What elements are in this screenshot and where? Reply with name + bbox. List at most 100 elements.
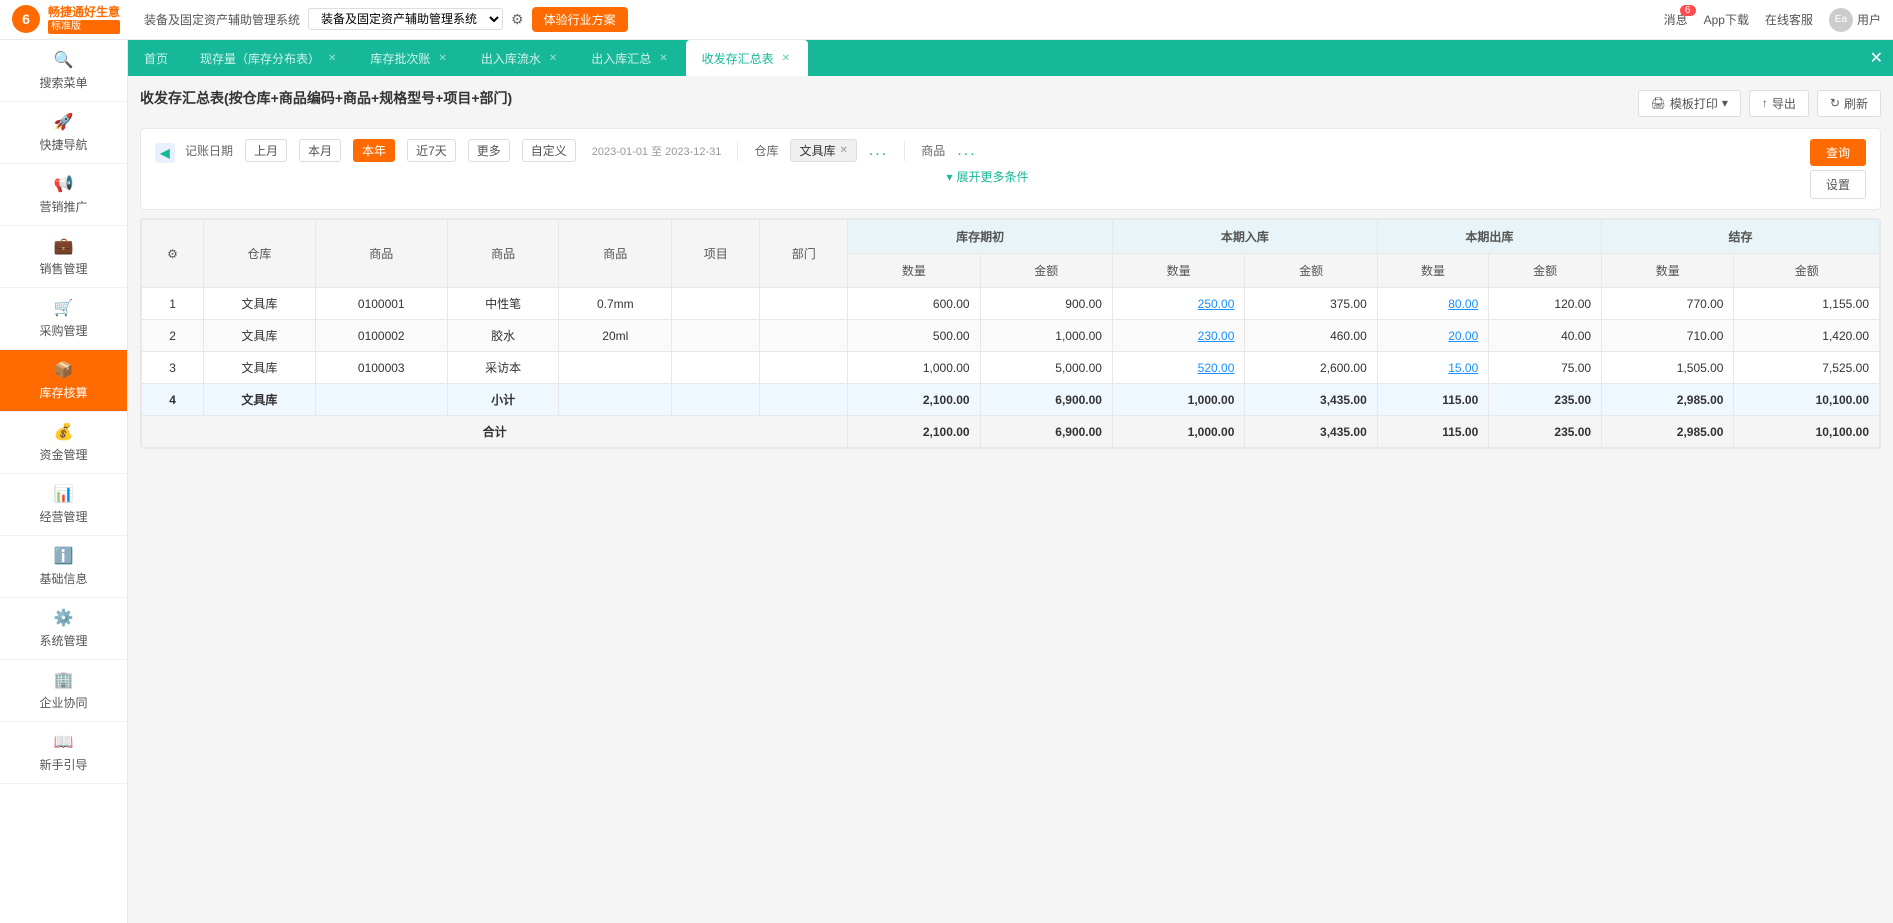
sidebar-item-label: 资金管理 xyxy=(39,446,87,463)
cell-code: 0100003 xyxy=(315,352,447,384)
sidebar-item-label: 营销推广 xyxy=(39,198,87,215)
warehouse-dots[interactable]: ... xyxy=(869,142,888,160)
sidebar-item-system[interactable]: ⚙️ 系统管理 xyxy=(0,598,127,660)
col-bal-qty: 数量 xyxy=(1602,254,1734,288)
sidebar-item-marketing[interactable]: 📢 营销推广 xyxy=(0,164,127,226)
user-area[interactable]: Ea 用户 xyxy=(1829,8,1881,32)
collapse-btn[interactable]: ◀ xyxy=(155,143,175,163)
system-selector[interactable]: 装备及固定资产辅助管理系统 xyxy=(308,8,503,30)
export-btn[interactable]: ↑ 导出 xyxy=(1749,90,1809,117)
cell-bal-amt: 1,420.00 xyxy=(1734,320,1880,352)
top-bar-right: 消息 6 App下载 在线客服 Ea 用户 xyxy=(1664,8,1881,32)
cell-no: 2 xyxy=(142,320,204,352)
sidebar-item-purchase[interactable]: 🛒 采购管理 xyxy=(0,288,127,350)
content-area: 首页 现存量（库存分布表） ✕ 库存批次账 ✕ 出入库流水 ✕ 出入库汇总 ✕ … xyxy=(128,40,1893,923)
col-settings[interactable]: ⚙ xyxy=(142,220,204,288)
col-open-qty: 数量 xyxy=(848,254,980,288)
tab-home-label: 首页 xyxy=(144,50,168,67)
sidebar-item-finance[interactable]: 💰 资金管理 xyxy=(0,412,127,474)
sidebar-item-search[interactable]: 🔍 搜索菜单 xyxy=(0,40,127,102)
message-icon[interactable]: 消息 6 xyxy=(1664,11,1688,28)
sidebar-item-basics[interactable]: ℹ️ 基础信息 xyxy=(0,536,127,598)
in-qty-link[interactable]: 230.00 xyxy=(1198,329,1235,343)
in-qty-link[interactable]: 520.00 xyxy=(1198,361,1235,375)
cell-open-qty: 600.00 xyxy=(848,288,980,320)
page-content: 收发存汇总表(按仓库+商品编码+商品+规格型号+项目+部门) 🖨 模板打印 ▾ … xyxy=(128,76,1893,923)
tab-label: 库存批次账 xyxy=(370,50,430,67)
out-qty-link[interactable]: 80.00 xyxy=(1448,297,1478,311)
out-qty-link[interactable]: 15.00 xyxy=(1448,361,1478,375)
warehouse-tag-label: 文具库 xyxy=(799,142,835,159)
filter-last-month[interactable]: 上月 xyxy=(245,139,287,162)
col-department: 部门 xyxy=(760,220,848,288)
set-btn[interactable]: 设置 xyxy=(1810,170,1866,199)
col-out-amt: 金额 xyxy=(1489,254,1602,288)
product-dots[interactable]: ... xyxy=(957,142,976,160)
tab-close-btn[interactable]: ✕ xyxy=(780,53,792,64)
trial-button[interactable]: 体验行业方案 xyxy=(532,7,628,32)
enterprise-icon: 🏢 xyxy=(54,670,74,690)
sidebar-item-label: 系统管理 xyxy=(39,632,87,649)
sidebar-item-sales[interactable]: 💼 销售管理 xyxy=(0,226,127,288)
cell-open-qty: 500.00 xyxy=(848,320,980,352)
gear-icon: ⚙ xyxy=(167,247,178,261)
cell-in-qty: 250.00 xyxy=(1112,288,1244,320)
cell-in-amt: 2,600.00 xyxy=(1245,352,1377,384)
footer-row: 合计 2,100.00 6,900.00 1,000.00 3,435.00 1… xyxy=(142,416,1880,448)
tab-summary[interactable]: 出入库汇总 ✕ xyxy=(575,40,685,76)
query-btn[interactable]: 查询 xyxy=(1810,139,1866,166)
cell-spec: 20ml xyxy=(559,320,672,352)
tab-batch[interactable]: 库存批次账 ✕ xyxy=(354,40,464,76)
warehouse-tag: 文具库 ✕ xyxy=(790,139,856,162)
top-bar-left: 6 畅捷通好生意 标准版 装备及固定资产辅助管理系统 装备及固定资产辅助管理系统… xyxy=(12,5,628,33)
warehouse-label: 仓库 xyxy=(754,142,778,159)
tab-close-btn[interactable]: ✕ xyxy=(657,53,669,64)
template-print-btn[interactable]: 🖨 模板打印 ▾ xyxy=(1638,90,1741,117)
tab-close-btn[interactable]: ✕ xyxy=(436,53,448,64)
cell-bal-amt: 10,100.00 xyxy=(1734,384,1880,416)
filter-custom[interactable]: 自定义 xyxy=(522,139,576,162)
filter-7days[interactable]: 近7天 xyxy=(407,139,456,162)
refresh-btn[interactable]: ↻ 刷新 xyxy=(1817,90,1881,117)
cell-bal-amt: 1,155.00 xyxy=(1734,288,1880,320)
page-header: 收发存汇总表(按仓库+商品编码+商品+规格型号+项目+部门) 🖨 模板打印 ▾ … xyxy=(140,88,1881,118)
tab-flow[interactable]: 出入库流水 ✕ xyxy=(465,40,575,76)
filter-this-year[interactable]: 本年 xyxy=(353,139,395,162)
filter-this-month[interactable]: 本月 xyxy=(299,139,341,162)
cell-spec xyxy=(559,352,672,384)
tab-close-btn[interactable]: ✕ xyxy=(326,53,338,64)
cell-in-amt: 460.00 xyxy=(1245,320,1377,352)
sidebar-item-guide[interactable]: 📖 新手引导 xyxy=(0,722,127,784)
online-support[interactable]: 在线客服 xyxy=(1765,11,1813,28)
sidebar-item-inventory[interactable]: 📦 库存核算 xyxy=(0,350,127,412)
col-name: 商品 xyxy=(447,220,558,288)
cell-open-qty: 1,000.00 xyxy=(848,352,980,384)
col-spec: 商品 xyxy=(559,220,672,288)
expand-label: 展开更多条件 xyxy=(957,168,1029,185)
cell-out-amt: 75.00 xyxy=(1489,352,1602,384)
settings-icon-btn[interactable]: ⚙ xyxy=(511,11,524,28)
cell-in-amt: 375.00 xyxy=(1245,288,1377,320)
table-row: 4 文具库 小计 2,100.00 6,900.00 1,000.00 3,43… xyxy=(142,384,1880,416)
app-download[interactable]: App下载 xyxy=(1704,11,1749,28)
tab-collect-summary[interactable]: 收发存汇总表 ✕ xyxy=(686,40,808,76)
inventory-icon: 📦 xyxy=(54,360,74,380)
col-group-balance: 结存 xyxy=(1602,220,1880,254)
sidebar-item-quicknav[interactable]: 🚀 快捷导航 xyxy=(0,102,127,164)
tab-close-btn[interactable]: ✕ xyxy=(547,53,559,64)
expand-conditions-btn[interactable]: ▾ 展开更多条件 xyxy=(946,168,1028,185)
sidebar-item-enterprise[interactable]: 🏢 企业协同 xyxy=(0,660,127,722)
out-qty-link[interactable]: 20.00 xyxy=(1448,329,1478,343)
finance-icon: 💰 xyxy=(54,422,74,442)
warehouse-tag-close[interactable]: ✕ xyxy=(839,145,847,156)
sidebar-item-label: 经营管理 xyxy=(39,508,87,525)
tab-bar-close-btn[interactable]: ✕ xyxy=(1870,48,1883,68)
guide-icon: 📖 xyxy=(54,732,74,752)
cell-out-amt: 120.00 xyxy=(1489,288,1602,320)
tab-home[interactable]: 首页 xyxy=(128,40,184,76)
sidebar-item-management[interactable]: 📊 经营管理 xyxy=(0,474,127,536)
tab-inventory-dist[interactable]: 现存量（库存分布表） ✕ xyxy=(184,40,354,76)
cell-warehouse: 文具库 xyxy=(204,352,315,384)
in-qty-link[interactable]: 250.00 xyxy=(1198,297,1235,311)
filter-more[interactable]: 更多 xyxy=(468,139,510,162)
